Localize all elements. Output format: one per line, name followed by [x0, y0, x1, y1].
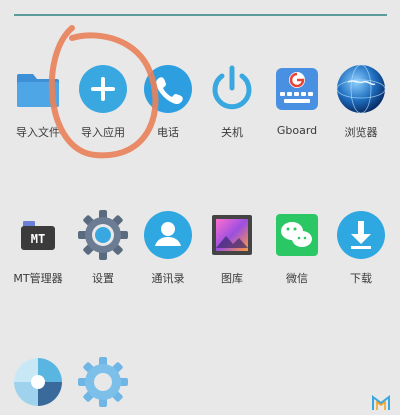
folder-icon — [17, 74, 59, 107]
plus-circle-icon — [79, 65, 127, 113]
app-label: 下载 — [350, 272, 372, 285]
gear-icon — [78, 210, 128, 260]
contacts-icon — [144, 211, 192, 259]
watermark-logo-icon — [372, 395, 390, 410]
top-divider — [14, 14, 387, 16]
download-icon — [337, 211, 385, 259]
camera-aperture-icon — [14, 358, 62, 406]
app-label: 浏览器 — [344, 126, 378, 139]
globe-icon — [336, 64, 386, 114]
power-icon — [212, 65, 252, 110]
wechat-icon — [276, 214, 318, 256]
mt-manager-icon: MT — [21, 221, 55, 250]
gboard-icon — [276, 68, 318, 110]
phone-icon — [144, 65, 192, 113]
gallery-icon — [212, 215, 252, 255]
settings-gear-icon — [78, 357, 128, 407]
svg-text:MT: MT — [31, 232, 45, 246]
